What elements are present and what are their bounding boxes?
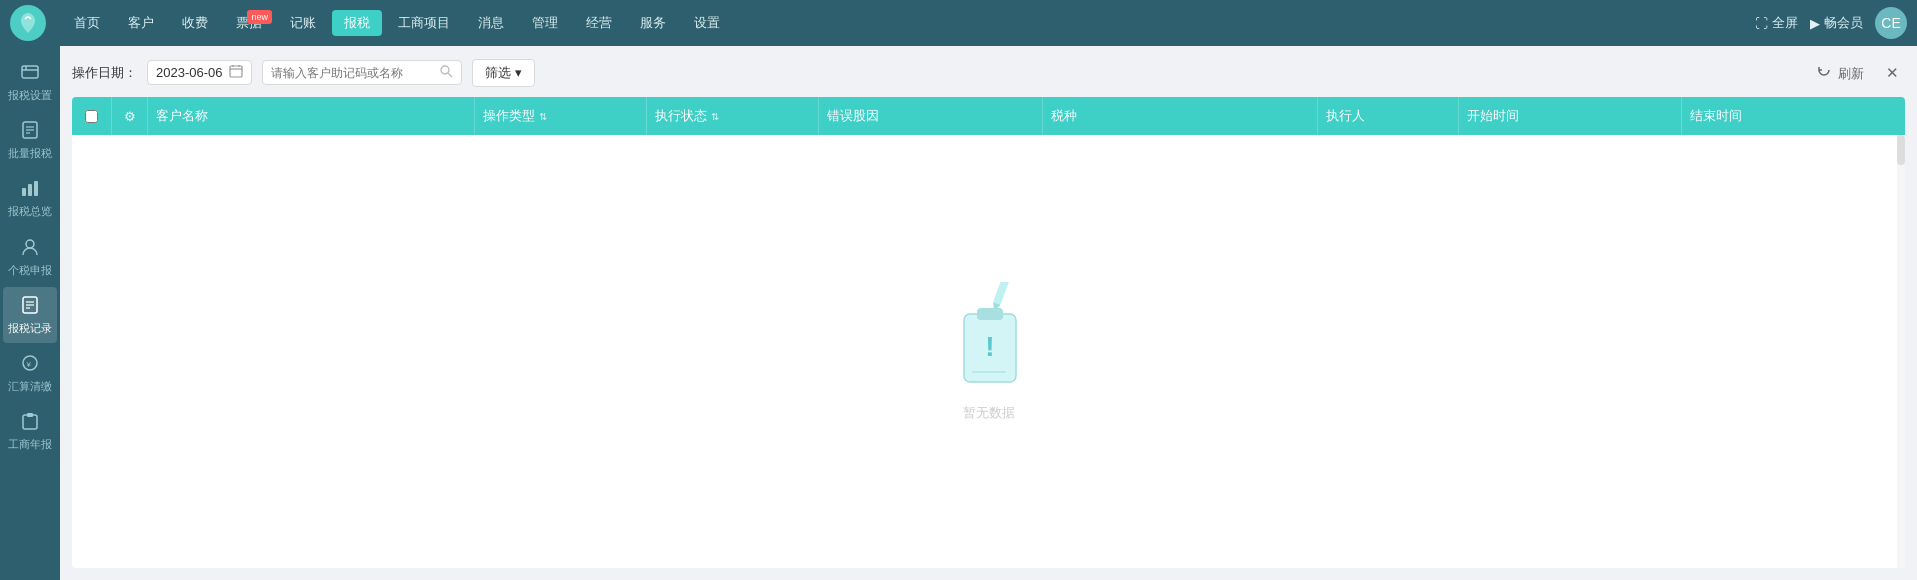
annual-report-icon: [20, 411, 40, 434]
sidebar-label-tax-settings: 报税设置: [8, 89, 52, 102]
date-picker[interactable]: 2023-06-06: [147, 60, 252, 85]
svg-rect-25: [993, 282, 1011, 305]
personal-tax-icon: [20, 237, 40, 260]
nav-service[interactable]: 服务: [628, 10, 678, 36]
refresh-button[interactable]: 刷新: [1810, 58, 1870, 87]
app-logo: [10, 5, 46, 41]
th-start-time: 开始时间: [1459, 97, 1683, 135]
empty-text: 暂无数据: [963, 404, 1015, 422]
search-icon: [439, 64, 453, 81]
svg-point-23: [441, 66, 449, 74]
svg-rect-7: [22, 188, 26, 196]
sidebar-label-settlement: 汇算清缴: [8, 380, 52, 393]
user-avatar[interactable]: CE: [1875, 7, 1907, 39]
nav-account[interactable]: 记账: [278, 10, 328, 36]
content-area: 操作日期： 2023-06-06: [60, 46, 1917, 580]
svg-rect-19: [230, 66, 242, 77]
sidebar-label-tax-records: 报税记录: [8, 322, 52, 335]
svg-rect-8: [28, 184, 32, 196]
main-layout: 报税设置 批量报税 报税总览: [0, 46, 1917, 580]
tax-overview-icon: [20, 178, 40, 201]
table-body: ! 暂无数据: [72, 135, 1905, 568]
exec-status-sort-icon: ⇅: [711, 111, 719, 122]
search-input[interactable]: [271, 66, 433, 80]
svg-text:¥: ¥: [26, 360, 32, 369]
nav-billing[interactable]: 收费: [170, 10, 220, 36]
sidebar-item-tax-overview[interactable]: 报税总览: [3, 170, 57, 226]
sidebar-item-personal-tax[interactable]: 个税申报: [3, 229, 57, 285]
calendar-icon: [229, 64, 243, 81]
nav-invoice[interactable]: 票据 new: [224, 10, 274, 36]
sidebar-item-settlement[interactable]: ¥ 汇算清缴: [3, 345, 57, 401]
batch-tax-icon: [20, 120, 40, 143]
svg-text:!: !: [985, 331, 994, 362]
empty-state: ! 暂无数据: [939, 282, 1039, 422]
tax-settings-icon: [20, 62, 40, 85]
sidebar: 报税设置 批量报税 报税总览: [0, 46, 60, 580]
nav-items: 首页 客户 收费 票据 new 记账 报税 工商项目 消息 管理 经营 服务 设…: [62, 10, 1755, 36]
new-badge: new: [247, 10, 272, 24]
fullscreen-icon: ⛶: [1755, 16, 1768, 31]
th-tax-type: 税种: [1043, 97, 1318, 135]
svg-point-10: [26, 240, 34, 248]
sidebar-label-personal-tax: 个税申报: [8, 264, 52, 277]
svg-rect-9: [34, 181, 38, 196]
sidebar-item-tax-settings[interactable]: 报税设置: [3, 54, 57, 110]
empty-illustration: !: [939, 282, 1039, 392]
settlement-icon: ¥: [20, 353, 40, 376]
close-button[interactable]: ✕: [1880, 60, 1905, 86]
nav-tax[interactable]: 报税: [332, 10, 382, 36]
chevron-down-icon: ▾: [515, 65, 522, 80]
refresh-label: 刷新: [1838, 66, 1864, 81]
nav-business[interactable]: 工商项目: [386, 10, 462, 36]
sidebar-label-batch-tax: 批量报税: [8, 147, 52, 160]
scroll-thumb[interactable]: [1897, 135, 1905, 165]
nav-management[interactable]: 管理: [520, 10, 570, 36]
filter-label: 筛选: [485, 64, 511, 82]
th-checkbox[interactable]: [72, 97, 112, 135]
date-label: 操作日期：: [72, 64, 137, 82]
toolbar: 操作日期： 2023-06-06: [72, 58, 1905, 87]
fullscreen-tool[interactable]: ⛶ 全屏: [1755, 14, 1798, 32]
svg-rect-0: [22, 66, 38, 78]
nav-customer[interactable]: 客户: [116, 10, 166, 36]
svg-rect-29: [977, 308, 1003, 320]
svg-rect-18: [27, 413, 33, 417]
tax-records-icon: [20, 295, 40, 318]
th-settings[interactable]: ⚙: [112, 97, 148, 135]
sidebar-label-annual-report: 工商年报: [8, 438, 52, 451]
date-value: 2023-06-06: [156, 65, 223, 80]
member-icon: ▶: [1810, 16, 1820, 31]
th-client-name: 客户名称: [148, 97, 475, 135]
scroll-indicator: [1897, 135, 1905, 568]
sidebar-item-tax-records[interactable]: 报税记录: [3, 287, 57, 343]
select-all-checkbox[interactable]: [85, 110, 98, 123]
table-container: ⚙ 客户名称 操作类型 ⇅ 执行状态 ⇅ 错误股因 税种: [72, 97, 1905, 568]
nav-finance[interactable]: 经营: [574, 10, 624, 36]
th-op-type[interactable]: 操作类型 ⇅: [475, 97, 647, 135]
th-exec-status[interactable]: 执行状态 ⇅: [647, 97, 819, 135]
search-box[interactable]: [262, 60, 462, 85]
right-tools: ⛶ 全屏 ▶ 畅会员 CE: [1755, 7, 1907, 39]
th-executor: 执行人: [1318, 97, 1459, 135]
member-tool[interactable]: ▶ 畅会员: [1810, 14, 1863, 32]
nav-message[interactable]: 消息: [466, 10, 516, 36]
sidebar-item-annual-report[interactable]: 工商年报: [3, 403, 57, 459]
sidebar-item-batch-tax[interactable]: 批量报税: [3, 112, 57, 168]
settings-icon: ⚙: [124, 109, 136, 124]
table-header: ⚙ 客户名称 操作类型 ⇅ 执行状态 ⇅ 错误股因 税种: [72, 97, 1905, 135]
op-type-sort-icon: ⇅: [539, 111, 547, 122]
svg-rect-17: [23, 415, 37, 429]
sidebar-label-tax-overview: 报税总览: [8, 205, 52, 218]
svg-line-24: [448, 73, 452, 77]
filter-button[interactable]: 筛选 ▾: [472, 59, 535, 87]
th-end-time: 结束时间: [1682, 97, 1905, 135]
th-error-reason: 错误股因: [819, 97, 1043, 135]
top-navigation: 首页 客户 收费 票据 new 记账 报税 工商项目 消息 管理 经营 服务 设…: [0, 0, 1917, 46]
nav-home[interactable]: 首页: [62, 10, 112, 36]
nav-settings[interactable]: 设置: [682, 10, 732, 36]
